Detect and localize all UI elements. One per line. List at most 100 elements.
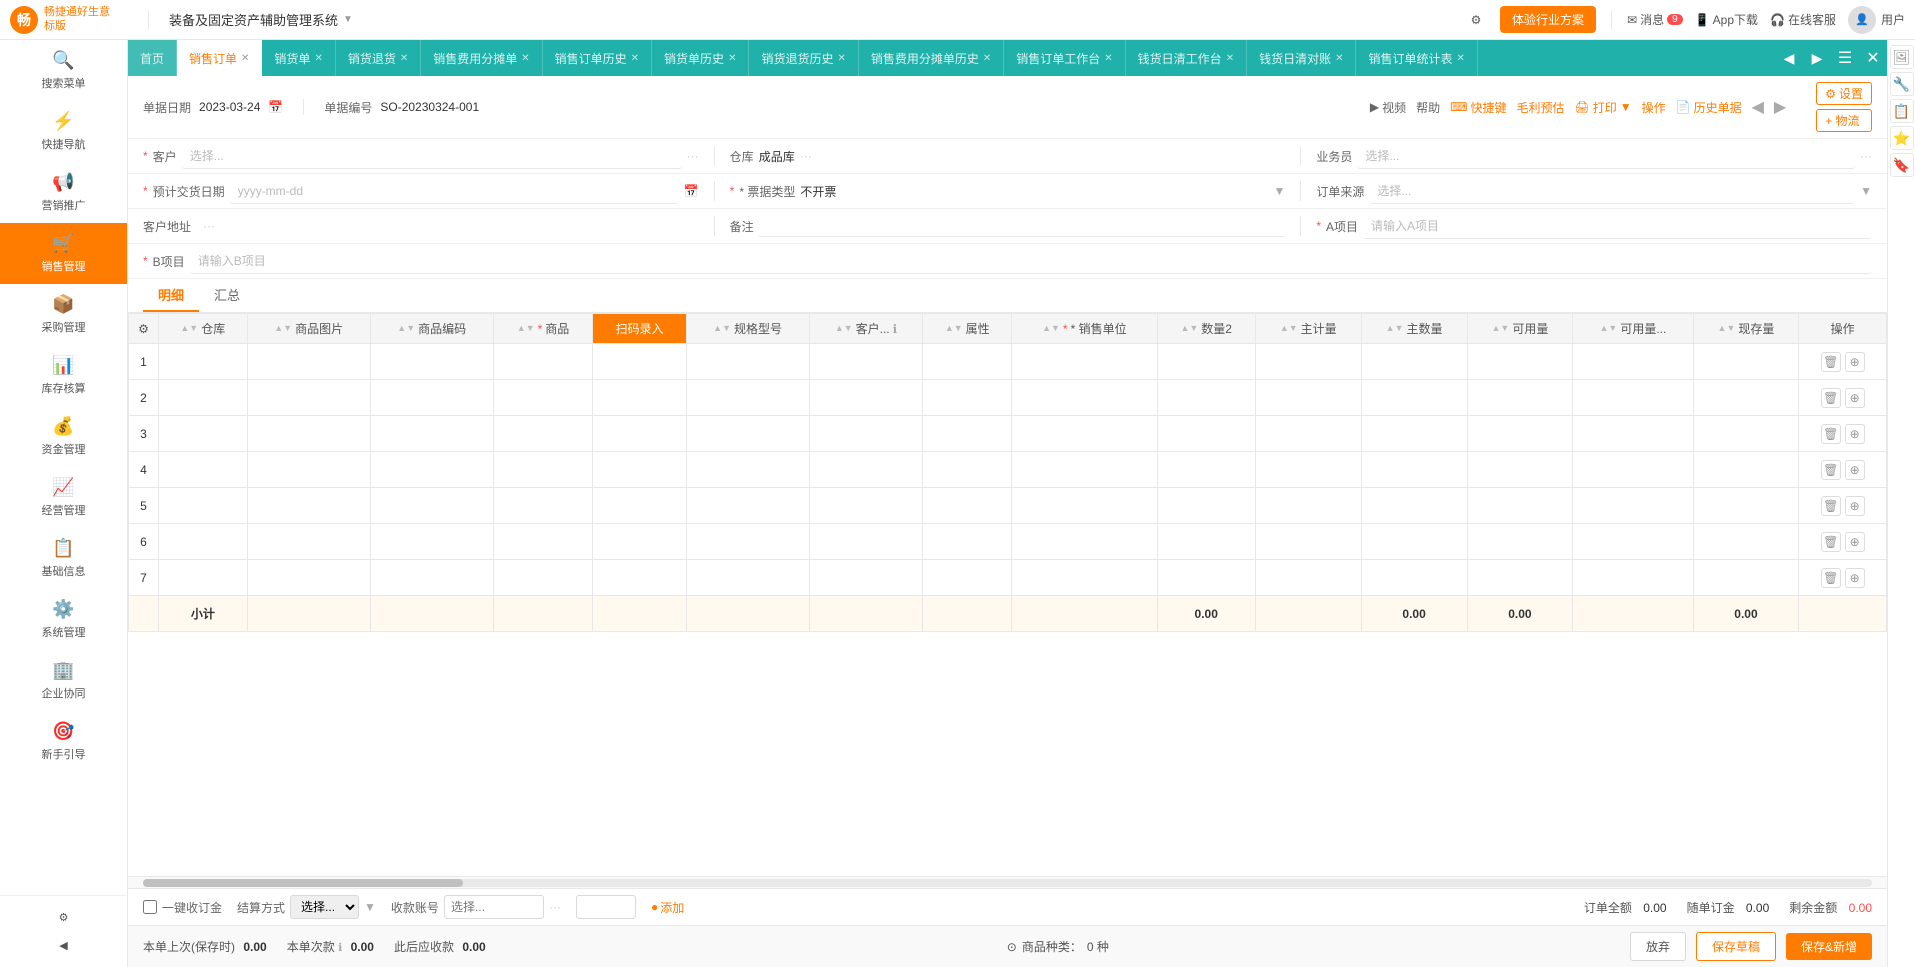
scrollbar-area[interactable] xyxy=(128,876,1887,888)
col-current-stock[interactable]: ▲▼ 现存量 xyxy=(1693,314,1799,344)
col-customer-code[interactable]: ▲▼ 客户... ℹ xyxy=(809,314,923,344)
scrollbar-track[interactable] xyxy=(143,879,1872,887)
settings-gear-icon[interactable]: ⚙ xyxy=(1462,6,1490,34)
sidebar-item-operations[interactable]: 📈 经营管理 xyxy=(0,467,127,528)
tab-home[interactable]: 首页 xyxy=(128,40,177,76)
source-dropdown-icon[interactable]: ▼ xyxy=(1860,184,1872,198)
scrollbar-thumb[interactable] xyxy=(143,879,463,887)
add-logistics-btn[interactable]: + 物流 xyxy=(1816,109,1872,132)
col-product-code[interactable]: ▲▼ 商品编码 xyxy=(370,314,493,344)
row-delete-btn[interactable]: 🗑 xyxy=(1821,532,1841,552)
shortcut-btn[interactable]: ⌨ 快捷键 xyxy=(1450,99,1506,116)
sidebar-item-enterprise[interactable]: 🏢 企业协同 xyxy=(0,650,127,711)
col-qty2[interactable]: ▲▼ 数量2 xyxy=(1157,314,1255,344)
profit-btn[interactable]: 毛利预估 xyxy=(1516,99,1564,116)
expand-right-icon[interactable]: ▶ xyxy=(1774,97,1786,117)
col-scan[interactable]: 扫码录入 xyxy=(593,314,686,344)
source-input[interactable] xyxy=(1369,178,1855,204)
one-click-checkbox[interactable] xyxy=(143,900,157,914)
tab-sales-workbench-close[interactable]: ✕ xyxy=(1104,53,1112,64)
discard-button[interactable]: 放弃 xyxy=(1630,932,1686,961)
add-btn[interactable]: ● 添加 xyxy=(651,899,684,916)
delivery-calendar-icon[interactable]: 📅 xyxy=(684,184,699,198)
sidebar-item-quicknav[interactable]: ⚡ 快捷导航 xyxy=(0,101,127,162)
app-download-item[interactable]: 📱 App下载 xyxy=(1695,11,1758,28)
col-available[interactable]: ▲▼ 可用量 xyxy=(1467,314,1573,344)
row-delete-btn[interactable]: 🗑 xyxy=(1821,568,1841,588)
row-delete-btn[interactable]: 🗑 xyxy=(1821,352,1841,372)
online-service-item[interactable]: 🎧 在线客服 xyxy=(1770,11,1836,28)
right-panel-btn-2[interactable]: 🔧 xyxy=(1890,72,1914,96)
print-btn[interactable]: 🖨 打印 ▼ xyxy=(1574,99,1631,116)
tab-cash-workbench[interactable]: 钱货日清工作台 ✕ xyxy=(1126,40,1247,76)
save-new-button[interactable]: 保存&新增 xyxy=(1786,933,1872,960)
row-delete-btn[interactable]: 🗑 xyxy=(1821,388,1841,408)
tab-sales-slip-close[interactable]: ✕ xyxy=(314,53,322,64)
tab-sales-expense-history-close[interactable]: ✕ xyxy=(983,53,991,64)
row-copy-btn[interactable]: ⊕ xyxy=(1845,460,1865,480)
right-panel-btn-1[interactable]: 🖼 xyxy=(1890,45,1914,69)
row-copy-btn[interactable]: ⊕ xyxy=(1845,352,1865,372)
sidebar-item-inventory[interactable]: 📊 库存核算 xyxy=(0,345,127,406)
settings-float-btn[interactable]: ⚙ 设置 xyxy=(1816,82,1872,105)
save-draft-button[interactable]: 保存草稿 xyxy=(1696,932,1776,961)
account-input[interactable] xyxy=(444,895,544,919)
payment-dropdown-icon[interactable]: ▼ xyxy=(364,900,376,914)
col-main-qty[interactable]: ▲▼ 主数量 xyxy=(1361,314,1467,344)
tab-sales-slip-history-close[interactable]: ✕ xyxy=(728,53,736,64)
user-area[interactable]: 👤 用户 xyxy=(1848,6,1905,34)
tab-sales-stats-close[interactable]: ✕ xyxy=(1457,53,1465,64)
tab-sales-order-close[interactable]: ✕ xyxy=(241,53,249,64)
col-attr[interactable]: ▲▼ 属性 xyxy=(923,314,1012,344)
history-btn[interactable]: 📄 历史单据 xyxy=(1676,99,1742,116)
staff-input[interactable] xyxy=(1357,143,1855,169)
sidebar-item-guide[interactable]: 🎯 新手引导 xyxy=(0,711,127,772)
system-dropdown-icon[interactable]: ▼ xyxy=(343,14,353,25)
tab-sales-return-close[interactable]: ✕ xyxy=(400,53,408,64)
tab-next-btn[interactable]: ▶ xyxy=(1803,40,1831,76)
tab-sales-history[interactable]: 销售订单历史 ✕ xyxy=(543,40,652,76)
current-save-info-icon[interactable]: ℹ xyxy=(338,942,342,954)
col-gear[interactable]: ⚙ xyxy=(129,314,159,344)
col-spec[interactable]: ▲▼ 规格型号 xyxy=(686,314,809,344)
tab-sales-stats[interactable]: 销售订单统计表 ✕ xyxy=(1356,40,1477,76)
row-delete-btn[interactable]: 🗑 xyxy=(1821,496,1841,516)
row-copy-btn[interactable]: ⊕ xyxy=(1845,496,1865,516)
col-warehouse[interactable]: ▲▼ 仓库 xyxy=(159,314,248,344)
operate-btn[interactable]: 操作 xyxy=(1642,99,1666,116)
tab-sales-expense[interactable]: 销售费用分摊单 ✕ xyxy=(421,40,542,76)
row-copy-btn[interactable]: ⊕ xyxy=(1845,424,1865,444)
sidebar-item-system[interactable]: ⚙️ 系统管理 xyxy=(0,589,127,650)
col-unit[interactable]: ▲▼ * * 销售单位 xyxy=(1012,314,1158,344)
sidebar-item-basic[interactable]: 📋 基础信息 xyxy=(0,528,127,589)
tab-sales-return-history-close[interactable]: ✕ xyxy=(837,53,845,64)
row-delete-btn[interactable]: 🗑 xyxy=(1821,460,1841,480)
right-panel-btn-3[interactable]: 📋 xyxy=(1890,99,1914,123)
address-dots[interactable]: ··· xyxy=(203,219,215,233)
customer-dots[interactable]: ··· xyxy=(687,149,699,163)
sidebar-item-marketing[interactable]: 📢 营销推广 xyxy=(0,162,127,223)
col-available2[interactable]: ▲▼ 可用量... xyxy=(1573,314,1693,344)
row-delete-btn[interactable]: 🗑 xyxy=(1821,424,1841,444)
tab-sales-expense-close[interactable]: ✕ xyxy=(521,53,529,64)
warehouse-dots[interactable]: ··· xyxy=(800,149,812,163)
tab-summary[interactable]: 汇总 xyxy=(199,279,255,312)
tab-cash-account[interactable]: 钱货日清对账 ✕ xyxy=(1247,40,1356,76)
a-project-input[interactable] xyxy=(1363,213,1872,239)
tab-sales-expense-history[interactable]: 销售费用分摊单历史 ✕ xyxy=(859,40,1004,76)
tab-prev-btn[interactable]: ◀ xyxy=(1775,40,1803,76)
help-btn[interactable]: 帮助 xyxy=(1416,99,1440,116)
delivery-input[interactable] xyxy=(230,178,679,204)
sidebar-item-search[interactable]: 🔍 搜索菜单 xyxy=(0,40,127,101)
col-product-img[interactable]: ▲▼ 商品图片 xyxy=(247,314,370,344)
tab-sales-history-close[interactable]: ✕ xyxy=(631,53,639,64)
tab-close-all-btn[interactable]: ✕ xyxy=(1859,40,1887,76)
sidebar-settings-btn[interactable]: ⚙ xyxy=(0,906,127,929)
staff-dots[interactable]: ··· xyxy=(1860,149,1872,163)
tab-menu-btn[interactable]: ☰ xyxy=(1831,40,1859,76)
right-panel-btn-5[interactable]: 🔖 xyxy=(1890,153,1914,177)
tab-sales-return[interactable]: 销货退货 ✕ xyxy=(336,40,421,76)
amount-input[interactable]: 0.00 xyxy=(576,895,636,919)
row-copy-btn[interactable]: ⊕ xyxy=(1845,568,1865,588)
right-panel-btn-4[interactable]: ⭐ xyxy=(1890,126,1914,150)
